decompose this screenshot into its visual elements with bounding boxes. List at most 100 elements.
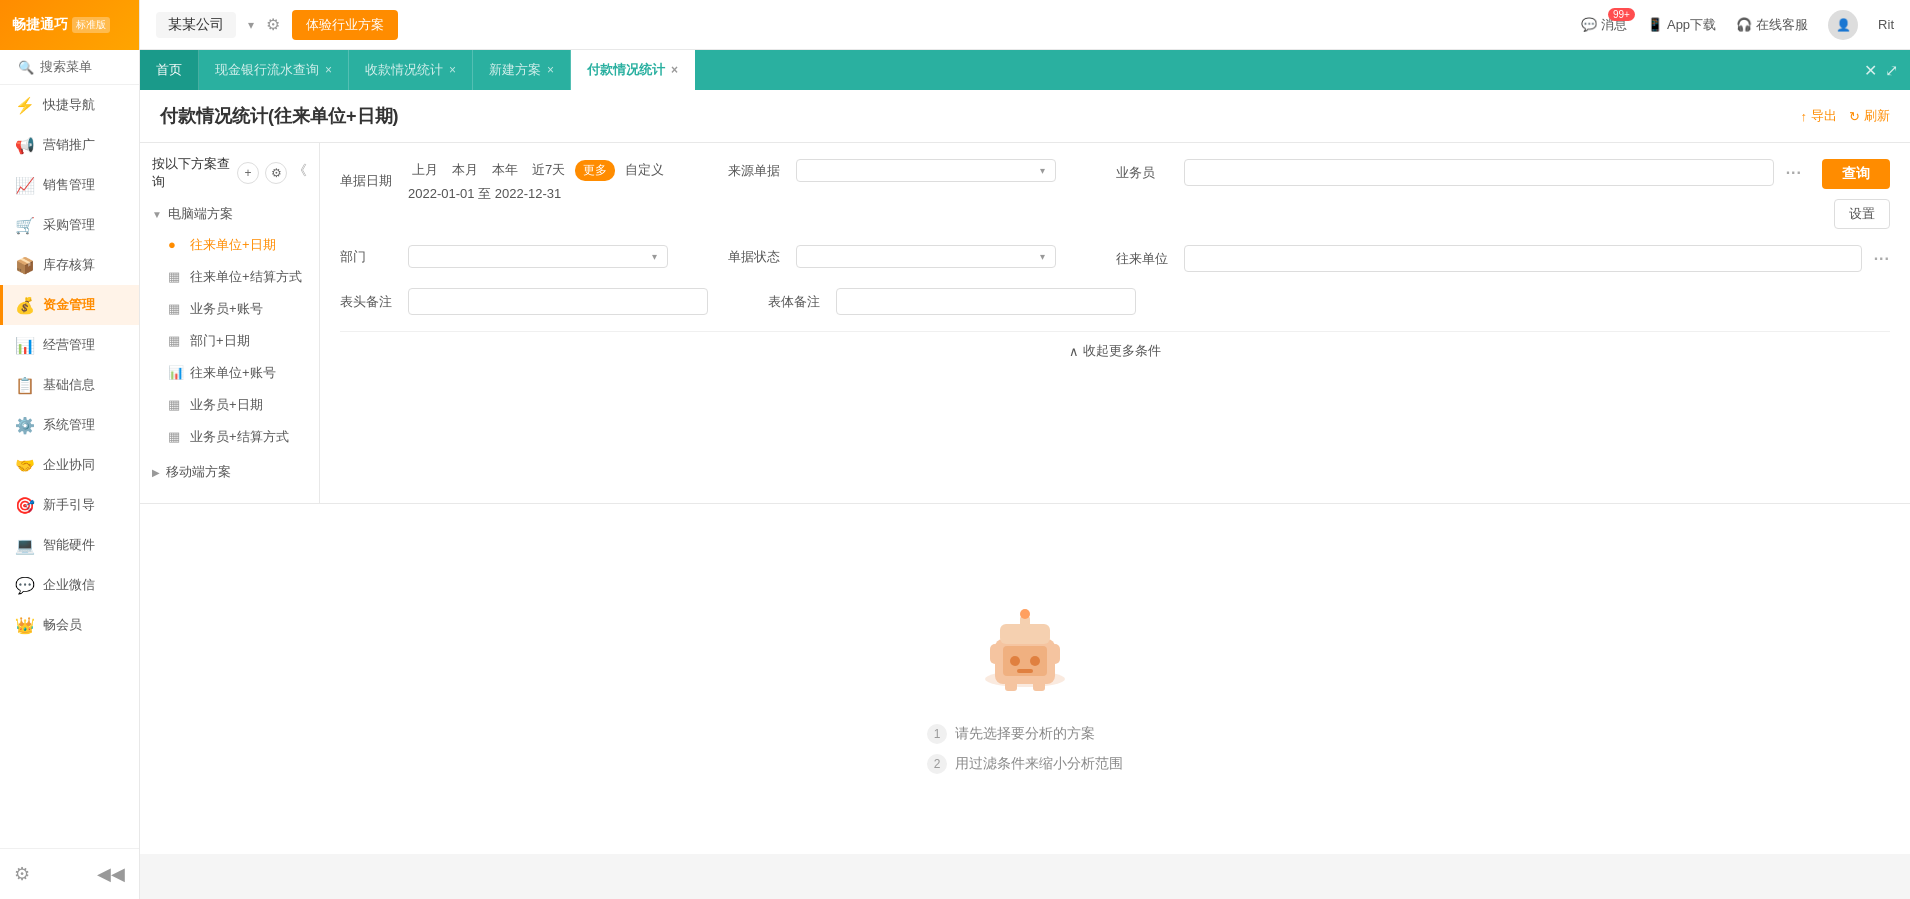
partner-input[interactable]: [1184, 245, 1862, 272]
sidebar-item-purchase[interactable]: 🛒 采购管理: [0, 205, 139, 245]
scheme-item-agent-date[interactable]: ▦ 业务员+日期: [140, 389, 319, 421]
scheme-item-partner-account[interactable]: 📊 往来单位+账号: [140, 357, 319, 389]
tab-bank[interactable]: 现金银行流水查询×: [199, 50, 349, 90]
date-range-display[interactable]: 2022-01-01 至 2022-12-31: [408, 185, 668, 203]
user-name[interactable]: Rit: [1878, 17, 1894, 32]
trial-btn[interactable]: 体验行业方案: [292, 10, 398, 40]
scheme-item-dept-date[interactable]: ▦ 部门+日期: [140, 325, 319, 357]
sidebar-item-system[interactable]: ⚙️ 系统管理: [0, 405, 139, 445]
tab-close-payment[interactable]: ×: [671, 63, 678, 77]
source-field: 来源单据 ▾: [728, 159, 1056, 182]
remark-body-input[interactable]: [836, 288, 1136, 315]
filter-action-col: 查询 设置: [1822, 159, 1890, 229]
remark-head-field: 表头备注: [340, 288, 708, 315]
sidebar-item-member[interactable]: 👑 畅会员: [0, 605, 139, 645]
date-option-more[interactable]: 更多: [575, 160, 615, 181]
date-option-custom[interactable]: 自定义: [621, 159, 668, 181]
agent-dots[interactable]: ···: [1786, 164, 1802, 182]
tab-close-new-scheme[interactable]: ×: [547, 63, 554, 77]
agent-field: 业务员 ···: [1116, 159, 1802, 186]
tab-home[interactable]: 首页: [140, 50, 199, 90]
sidebar-item-enterprise[interactable]: 🤝 企业协同: [0, 445, 139, 485]
scheme-item-agent-account[interactable]: ▦ 业务员+账号: [140, 293, 319, 325]
sidebar-item-operations[interactable]: 📊 经营管理: [0, 325, 139, 365]
tab-new-scheme[interactable]: 新建方案×: [473, 50, 571, 90]
close-all-tabs-btn[interactable]: ✕: [1864, 61, 1877, 80]
date-option-7days[interactable]: 近7天: [528, 159, 569, 181]
status-label: 单据状态: [728, 248, 788, 266]
group-label-0: 电脑端方案: [168, 205, 233, 223]
sidebar-label-enterprise: 企业协同: [43, 456, 95, 474]
topbar-settings-icon[interactable]: ⚙: [266, 15, 280, 34]
date-option-last-month[interactable]: 上月: [408, 159, 442, 181]
sidebar-header: 畅捷通巧 标准版: [0, 0, 139, 50]
tip-num-1: 1: [927, 724, 947, 744]
avatar[interactable]: 👤: [1828, 10, 1858, 40]
partner-dots[interactable]: ···: [1874, 250, 1890, 268]
dept-field: 部门 ▾: [340, 245, 668, 268]
date-options: 上月 本月 本年 近7天 更多 自定义: [408, 159, 668, 181]
collapse-more-btn[interactable]: ∧ 收起更多条件: [1069, 342, 1161, 360]
remark-head-input[interactable]: [408, 288, 708, 315]
sales-icon: 📈: [15, 175, 35, 195]
sidebar-item-wechat[interactable]: 💬 企业微信: [0, 565, 139, 605]
sidebar-search[interactable]: 🔍 搜索菜单: [0, 50, 139, 85]
group-arrow-0: ▼: [152, 209, 162, 220]
dept-dropdown-icon: ▾: [652, 251, 657, 262]
refresh-btn[interactable]: ↻ 刷新: [1849, 107, 1890, 125]
source-select[interactable]: ▾: [796, 159, 1056, 182]
sidebar-label-hardware: 智能硬件: [43, 536, 95, 554]
remark-body-label: 表体备注: [768, 293, 828, 311]
scheme-icon-partner-date: ●: [168, 237, 184, 253]
settings-filter-btn[interactable]: 设置: [1834, 199, 1890, 229]
filter-row-2: 部门 ▾ 单据状态 ▾ 往来单位: [340, 245, 1890, 272]
scheme-group-header-1[interactable]: ▶ 移动端方案: [140, 457, 319, 487]
status-select[interactable]: ▾: [796, 245, 1056, 268]
sidebar-item-quick-nav[interactable]: ⚡ 快捷导航: [0, 85, 139, 125]
collapse-sidebar-btn[interactable]: ◀◀: [93, 859, 129, 889]
topbar-dropdown-btn[interactable]: ▾: [248, 18, 254, 32]
date-option-this-month[interactable]: 本月: [448, 159, 482, 181]
scheme-item-partner-date[interactable]: ● 往来单位+日期: [140, 229, 319, 261]
date-label: 单据日期: [340, 172, 400, 190]
tab-label-payment: 付款情况统计: [587, 61, 665, 79]
tab-receivable[interactable]: 收款情况统计×: [349, 50, 473, 90]
sidebar-label-system: 系统管理: [43, 416, 95, 434]
sidebar: 畅捷通巧 标准版 🔍 搜索菜单 ⚡ 快捷导航 📢 营销推广 📈 销售管理 🛒 采…: [0, 0, 140, 899]
sidebar-item-capital[interactable]: 💰 资金管理: [0, 285, 139, 325]
tab-close-receivable[interactable]: ×: [449, 63, 456, 77]
sidebar-item-sales[interactable]: 📈 销售管理: [0, 165, 139, 205]
sidebar-label-guide: 新手引导: [43, 496, 95, 514]
partner-label: 往来单位: [1116, 250, 1176, 268]
sidebar-item-inventory[interactable]: 📦 库存核算: [0, 245, 139, 285]
export-btn[interactable]: ↑ 导出: [1801, 107, 1838, 125]
agent-input[interactable]: [1184, 159, 1773, 186]
enterprise-icon: 🤝: [15, 455, 35, 475]
scheme-item-partner-payment[interactable]: ▦ 往来单位+结算方式: [140, 261, 319, 293]
sidebar-label-basic-info: 基础信息: [43, 376, 95, 394]
tab-close-bank[interactable]: ×: [325, 63, 332, 77]
tab-payment[interactable]: 付款情况统计 ×: [571, 50, 695, 90]
app-download-btn[interactable]: 📱 App下载: [1647, 16, 1716, 34]
scheme-item-agent-payment[interactable]: ▦ 业务员+结算方式: [140, 421, 319, 453]
collapse-icon: ∧: [1069, 344, 1079, 359]
query-btn[interactable]: 查询: [1822, 159, 1890, 189]
sidebar-item-hardware[interactable]: 💻 智能硬件: [0, 525, 139, 565]
collapse-more-bar: ∧ 收起更多条件: [340, 331, 1890, 370]
sidebar-label-wechat: 企业微信: [43, 576, 95, 594]
collapse-scheme-btn[interactable]: 《: [293, 162, 307, 184]
date-option-this-year[interactable]: 本年: [488, 159, 522, 181]
expand-tab-btn[interactable]: ⤢: [1885, 61, 1898, 80]
basic-info-icon: 📋: [15, 375, 35, 395]
add-scheme-btn[interactable]: +: [237, 162, 259, 184]
scheme-group-header-0[interactable]: ▼ 电脑端方案: [140, 199, 319, 229]
sidebar-item-marketing[interactable]: 📢 营销推广: [0, 125, 139, 165]
sidebar-item-guide[interactable]: 🎯 新手引导: [0, 485, 139, 525]
message-btn[interactable]: 💬 消息 99+: [1581, 16, 1627, 34]
settings-footer-icon[interactable]: ⚙: [10, 859, 34, 889]
dept-select[interactable]: ▾: [408, 245, 668, 268]
sidebar-item-basic-info[interactable]: 📋 基础信息: [0, 365, 139, 405]
guide-icon: 🎯: [15, 495, 35, 515]
service-btn[interactable]: 🎧 在线客服: [1736, 16, 1808, 34]
settings-scheme-btn[interactable]: ⚙: [265, 162, 287, 184]
